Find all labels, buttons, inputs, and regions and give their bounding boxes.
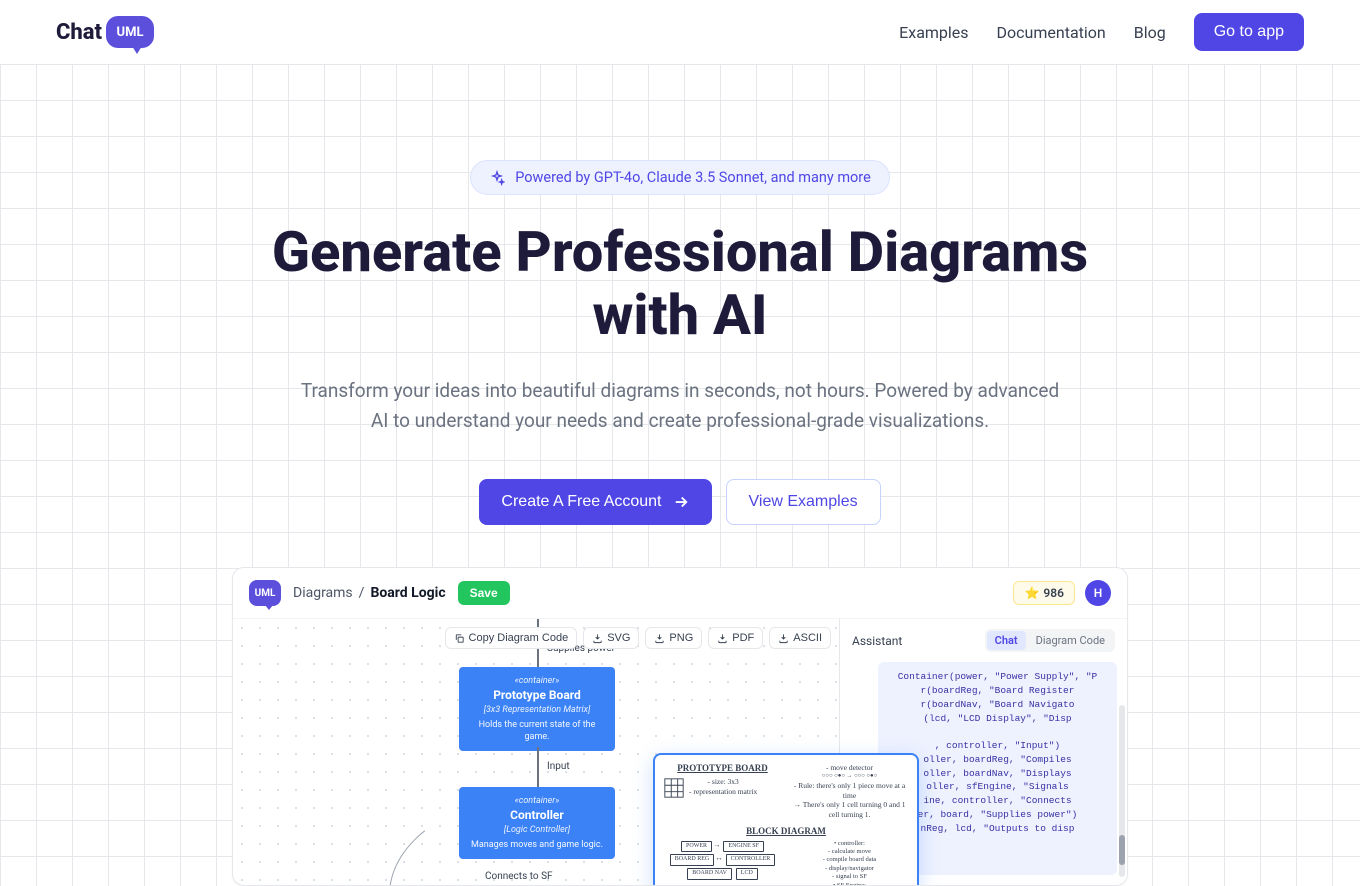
edge-label-input: Input [547,761,570,772]
crumb-current: Board Logic [370,585,445,601]
create-account-button[interactable]: Create A Free Account [479,479,711,525]
nav-documentation[interactable]: Documentation [997,23,1106,42]
diagram-canvas[interactable]: Copy Diagram Code SVG PNG PDF [233,619,839,885]
tab-diagram-code[interactable]: Diagram Code [1028,631,1113,650]
export-pdf-button[interactable]: PDF [708,627,763,649]
sketch-attachment[interactable]: PROTOTYPE BOARD - size: 3x3 - representa… [653,753,919,886]
connector-line [537,747,539,787]
powered-by-badge: Powered by GPT-4o, Claude 3.5 Sonnet, an… [470,160,890,195]
crumb-separator: / [359,585,365,601]
credits-badge[interactable]: ⭐ 986 [1013,581,1075,605]
nav-examples[interactable]: Examples [899,23,968,42]
sparkle-icon [489,170,505,186]
download-icon [778,633,789,644]
export-toolbar: Copy Diagram Code SVG PNG PDF [445,627,831,649]
screenshot-header: UML Diagrams / Board Logic Save ⭐ 986 H [233,568,1127,619]
cta-row: Create A Free Account View Examples [0,479,1360,525]
arrow-right-icon [672,493,690,511]
grid-icon [663,777,685,799]
hero-title: Generate Professional Diagrams with AI [0,221,1360,346]
assistant-label: Assistant [852,634,902,648]
uml-logo-icon: UML [249,580,281,606]
copy-code-button[interactable]: Copy Diagram Code [445,627,578,649]
edge-label-connects: Connects to SF [485,871,553,882]
scrollbar-thumb[interactable] [1119,835,1125,865]
screenshot-body: Copy Diagram Code SVG PNG PDF [233,619,1127,885]
logo-text: Chat [56,20,102,45]
copy-icon [454,633,465,644]
hero-subtitle: Transform your ideas into beautiful diag… [290,376,1070,435]
export-ascii-button[interactable]: ASCII [769,627,831,649]
product-screenshot: UML Diagrams / Board Logic Save ⭐ 986 H [232,567,1128,886]
badge-text: Powered by GPT-4o, Claude 3.5 Sonnet, an… [515,169,871,186]
save-button[interactable]: Save [458,581,510,605]
star-icon: ⭐ [1024,586,1039,600]
export-svg-button[interactable]: SVG [583,627,639,649]
download-icon [717,633,728,644]
download-icon [654,633,665,644]
view-examples-button[interactable]: View Examples [726,479,881,525]
crumb-root[interactable]: Diagrams [293,585,353,601]
diagram-box-prototype-board[interactable]: «container» Prototype Board [3x3 Represe… [459,667,615,751]
download-icon [592,633,603,644]
tab-chat[interactable]: Chat [987,631,1026,650]
main-nav: Examples Documentation Blog Go to app [899,13,1304,51]
assistant-tabs: Chat Diagram Code [985,629,1115,652]
avatar[interactable]: H [1085,580,1111,606]
breadcrumb: Diagrams / Board Logic [293,585,446,601]
hero-section: Powered by GPT-4o, Claude 3.5 Sonnet, an… [0,64,1360,886]
logo-bubble: UML [106,16,154,48]
logo[interactable]: Chat UML [56,16,154,48]
site-header: Chat UML Examples Documentation Blog Go … [0,0,1360,64]
go-to-app-button[interactable]: Go to app [1194,13,1304,51]
export-png-button[interactable]: PNG [645,627,702,649]
nav-blog[interactable]: Blog [1134,23,1166,42]
